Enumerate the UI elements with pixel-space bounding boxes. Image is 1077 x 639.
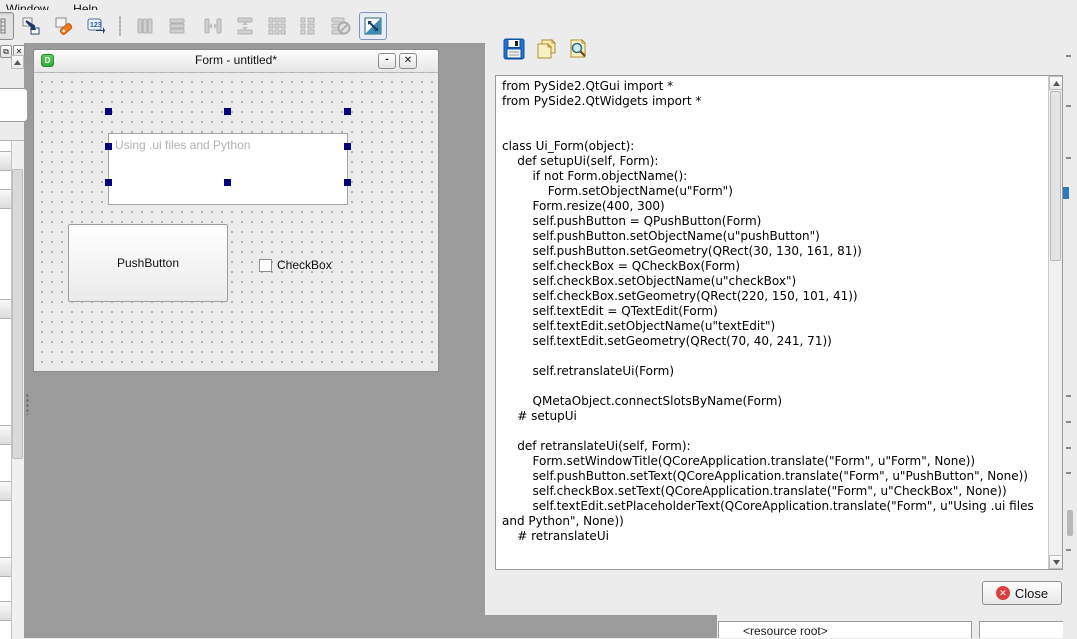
- checkbox-label: CheckBox: [277, 258, 332, 272]
- tree-branch-mark: [1066, 549, 1071, 551]
- form-window-titlebar[interactable]: D Form - untitled* - ✕: [34, 50, 438, 73]
- layout-vertical-splitter-button[interactable]: [231, 12, 259, 40]
- layout-grid-button[interactable]: [263, 12, 291, 40]
- layout-form-button[interactable]: [294, 12, 322, 40]
- form-close-button[interactable]: ✕: [399, 53, 417, 69]
- widget-box-scrollbar-thumb[interactable]: [12, 169, 23, 459]
- break-layout-button[interactable]: [327, 12, 355, 40]
- pushbutton-label: PushButton: [117, 256, 179, 270]
- generated-python-code: from PySide2.QtGui import * from PySide2…: [496, 76, 1048, 547]
- layout-vertically-button[interactable]: [163, 12, 191, 40]
- layout-horizontally-button[interactable]: [131, 12, 159, 40]
- copy-icon: [535, 38, 557, 60]
- close-button[interactable]: ✕ Close: [982, 581, 1062, 605]
- edit-signals-slots-icon: [22, 17, 40, 35]
- splitter-handle[interactable]: [26, 393, 29, 415]
- selection-handle-bottom-left[interactable]: [105, 179, 112, 186]
- adjust-size-button[interactable]: [359, 12, 387, 40]
- widget-filter-input[interactable]: [0, 88, 28, 122]
- tree-branch-mark: [1066, 472, 1071, 474]
- edit-widgets-icon: [0, 18, 8, 34]
- float-icon: ⧉: [3, 47, 9, 56]
- selection-handle-bottom-right[interactable]: [344, 179, 351, 186]
- checkbox-indicator[interactable]: [259, 259, 272, 272]
- widget-box-panel: ⧉ ✕: [0, 43, 24, 638]
- selected-row-edge: [1063, 187, 1069, 199]
- scrollbar-thumb[interactable]: [1067, 510, 1073, 536]
- layout-vertically-icon: [168, 17, 186, 35]
- selection-handle-bottom-mid[interactable]: [224, 179, 231, 186]
- close-button-label: Close: [1015, 586, 1048, 601]
- selection-handle-top-right[interactable]: [344, 108, 351, 115]
- edit-tab-order-icon: 123: [87, 17, 105, 35]
- code-scrollbar-thumb[interactable]: [1050, 91, 1061, 261]
- layout-horizontal-splitter-button[interactable]: [199, 12, 227, 40]
- code-preview-dialog: from PySide2.QtGui import * from PySide2…: [485, 28, 1063, 615]
- edit-tab-order-button[interactable]: 123: [82, 12, 110, 40]
- scrollbar-up-icon[interactable]: [1049, 76, 1063, 90]
- break-layout-icon: [331, 17, 351, 35]
- save-button[interactable]: [501, 36, 527, 62]
- textedit-placeholder: Using .ui files and Python: [109, 134, 347, 156]
- property-editor-edge: [1063, 10, 1077, 638]
- close-circle-icon: ✕: [996, 586, 1010, 600]
- code-scrollbar[interactable]: [1048, 76, 1062, 569]
- tree-branch-mark: [1066, 105, 1071, 107]
- tree-branch-mark: [1066, 395, 1071, 397]
- svg-text:123: 123: [90, 22, 102, 29]
- widget-box-list[interactable]: [0, 140, 24, 639]
- edit-signals-slots-button[interactable]: [17, 12, 45, 40]
- form-minimize-button[interactable]: -: [378, 53, 396, 69]
- designer-textedit[interactable]: Using .ui files and Python: [108, 133, 348, 205]
- tree-branch-mark: [1066, 421, 1071, 423]
- tree-branch-mark: [1066, 447, 1071, 449]
- edit-buddies-button[interactable]: [50, 12, 78, 40]
- layout-grid-icon: [268, 17, 286, 35]
- designer-pushbutton[interactable]: PushButton: [68, 224, 228, 302]
- toolbar-separator: [119, 16, 121, 36]
- code-view[interactable]: from PySide2.QtGui import * from PySide2…: [495, 75, 1063, 570]
- find-button[interactable]: [565, 36, 591, 62]
- tree-branch-mark: [1066, 55, 1071, 57]
- resource-root-item[interactable]: <resource root>: [718, 621, 972, 638]
- form-editor-window: D Form - untitled* - ✕ Using .ui files a…: [33, 49, 439, 372]
- save-icon: [503, 38, 525, 60]
- tree-branch-mark: [1066, 157, 1071, 159]
- scrollbar-down-icon[interactable]: [1049, 555, 1063, 569]
- find-icon: [567, 38, 589, 60]
- selection-handle-top-left[interactable]: [105, 108, 112, 115]
- adjust-size-icon: [364, 17, 382, 35]
- resource-root-label: <resource root>: [743, 624, 828, 638]
- layout-form-icon: [300, 17, 316, 35]
- selection-handle-mid-left[interactable]: [105, 143, 112, 150]
- designer-checkbox[interactable]: CheckBox: [259, 258, 332, 272]
- layout-vertical-splitter-icon: [236, 17, 254, 35]
- copy-button[interactable]: [533, 36, 559, 62]
- edit-widgets-button[interactable]: [0, 12, 14, 40]
- layout-horizontally-icon: [136, 17, 154, 35]
- scrollbar-up-icon[interactable]: [11, 55, 24, 69]
- edit-buddies-icon: [55, 17, 73, 35]
- mdi-background-bottom: [485, 615, 717, 638]
- selection-handle-mid-right[interactable]: [344, 143, 351, 150]
- form-canvas[interactable]: Using .ui files and Python PushButton Ch…: [34, 72, 438, 371]
- selection-handle-top-mid[interactable]: [224, 108, 231, 115]
- layout-horizontal-splitter-icon: [204, 17, 222, 35]
